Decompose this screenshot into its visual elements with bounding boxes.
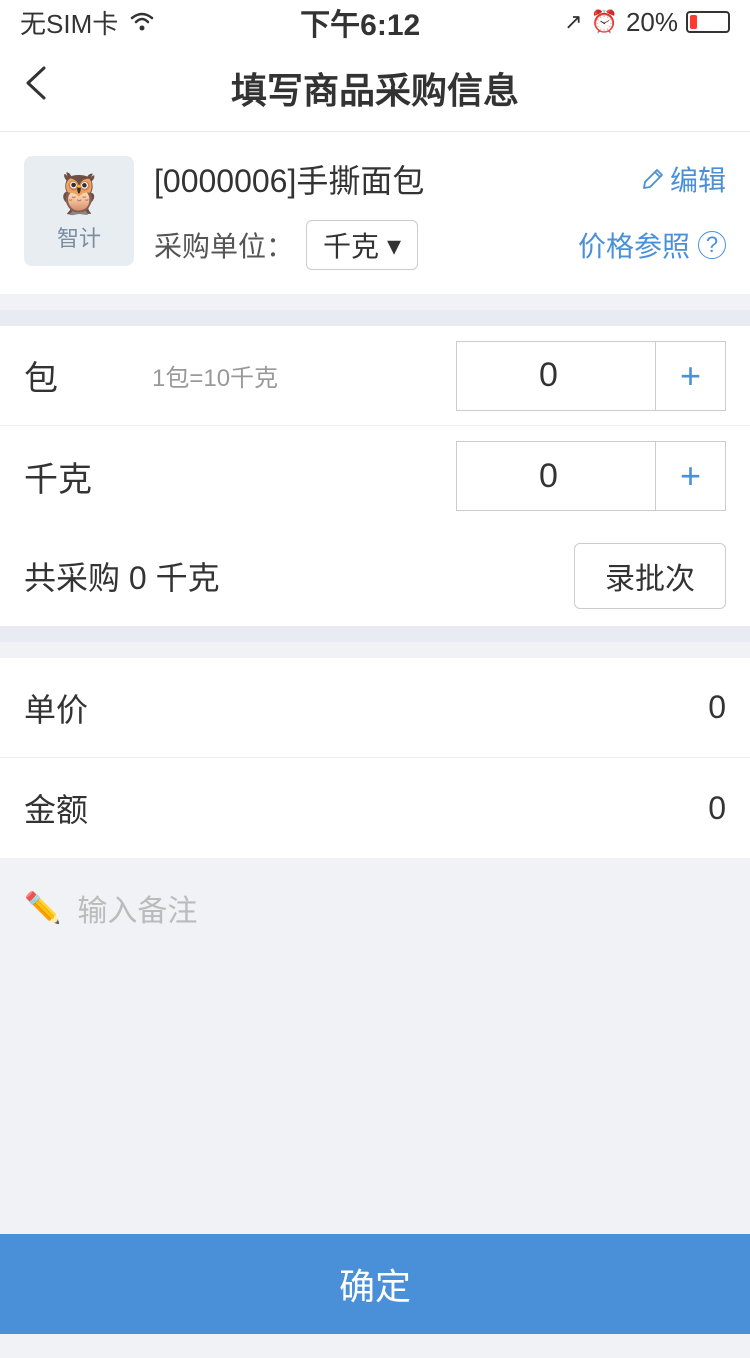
- unit-price-label: 单价: [24, 685, 88, 731]
- confirm-button[interactable]: 确定: [0, 1234, 750, 1334]
- section-divider-1: [0, 310, 750, 326]
- notes-placeholder: 输入备注: [77, 886, 197, 930]
- price-section: 单价 0 金额 0: [0, 658, 750, 858]
- unit-value: 千克: [323, 225, 379, 265]
- status-right: ↗ ⏰ 20%: [564, 7, 730, 38]
- battery-icon: [686, 11, 730, 33]
- wifi-icon: [128, 7, 156, 38]
- purchase-unit-label: 采购单位：: [154, 225, 294, 265]
- kg-label: 千克: [24, 452, 144, 501]
- bao-input-row: 包 1包=10千克 +: [0, 326, 750, 426]
- kg-input-field[interactable]: [456, 441, 656, 511]
- page-title: 填写商品采购信息: [231, 62, 519, 114]
- unit-price-value: 0: [708, 689, 726, 726]
- amount-value: 0: [708, 790, 726, 827]
- purchase-unit: 采购单位： 千克 ▾: [154, 220, 418, 270]
- kg-plus-button[interactable]: +: [656, 441, 726, 511]
- product-thumb-subtext: 智计: [57, 221, 101, 253]
- summary-row: 共采购 0 千克 录批次: [0, 526, 750, 626]
- alarm-icon: ⏰: [591, 9, 618, 35]
- bao-input-control: +: [456, 341, 726, 411]
- product-name: [0000006]手撕面包: [154, 156, 424, 202]
- edit-button[interactable]: 编辑: [642, 159, 726, 199]
- price-ref-label: 价格参照: [578, 225, 690, 265]
- amount-row: 金额 0: [0, 758, 750, 858]
- batch-button[interactable]: 录批次: [574, 543, 726, 609]
- nav-bar: 填写商品采购信息: [0, 44, 750, 132]
- location-icon: ↗: [564, 9, 582, 35]
- notes-section[interactable]: ✏️ 输入备注: [0, 858, 750, 958]
- product-card: 🦉 智计 [0000006]手撕面包 编辑 采购单位： 千克 ▾: [0, 132, 750, 294]
- product-top-row: [0000006]手撕面包 编辑: [154, 156, 726, 202]
- product-bottom-row: 采购单位： 千克 ▾ 价格参照 ?: [154, 220, 726, 270]
- unit-price-row: 单价 0: [0, 658, 750, 758]
- section-divider-2: [0, 626, 750, 642]
- status-bar: 无SIM卡 下午6:12 ↗ ⏰ 20%: [0, 0, 750, 44]
- kg-input-control: +: [456, 441, 726, 511]
- unit-dropdown[interactable]: 千克 ▾: [306, 220, 418, 270]
- kg-input-row: 千克 +: [0, 426, 750, 526]
- back-button[interactable]: [24, 64, 48, 112]
- dropdown-arrow: ▾: [387, 229, 401, 262]
- quantity-input-section: 包 1包=10千克 + 千克 +: [0, 326, 750, 526]
- product-thumbnail: 🦉 智计: [24, 156, 134, 266]
- amount-label: 金额: [24, 785, 88, 831]
- bao-sublabel: 1包=10千克: [152, 358, 456, 393]
- product-info: [0000006]手撕面包 编辑 采购单位： 千克 ▾ 价格参照 ?: [154, 156, 726, 270]
- edit-label: 编辑: [670, 159, 726, 199]
- product-thumb-icon: 🦉: [54, 170, 104, 217]
- battery-percent: 20%: [626, 7, 678, 38]
- status-time: 下午6:12: [300, 0, 420, 44]
- bao-plus-button[interactable]: +: [656, 341, 726, 411]
- bao-label: 包: [24, 351, 144, 400]
- price-ref-icon: ?: [698, 231, 726, 259]
- notes-icon: ✏️: [24, 891, 61, 926]
- carrier-label: 无SIM卡: [20, 4, 118, 41]
- status-left: 无SIM卡: [20, 4, 156, 41]
- bao-input-field[interactable]: [456, 341, 656, 411]
- summary-text: 共采购 0 千克: [24, 553, 220, 599]
- price-reference-button[interactable]: 价格参照 ?: [578, 225, 726, 265]
